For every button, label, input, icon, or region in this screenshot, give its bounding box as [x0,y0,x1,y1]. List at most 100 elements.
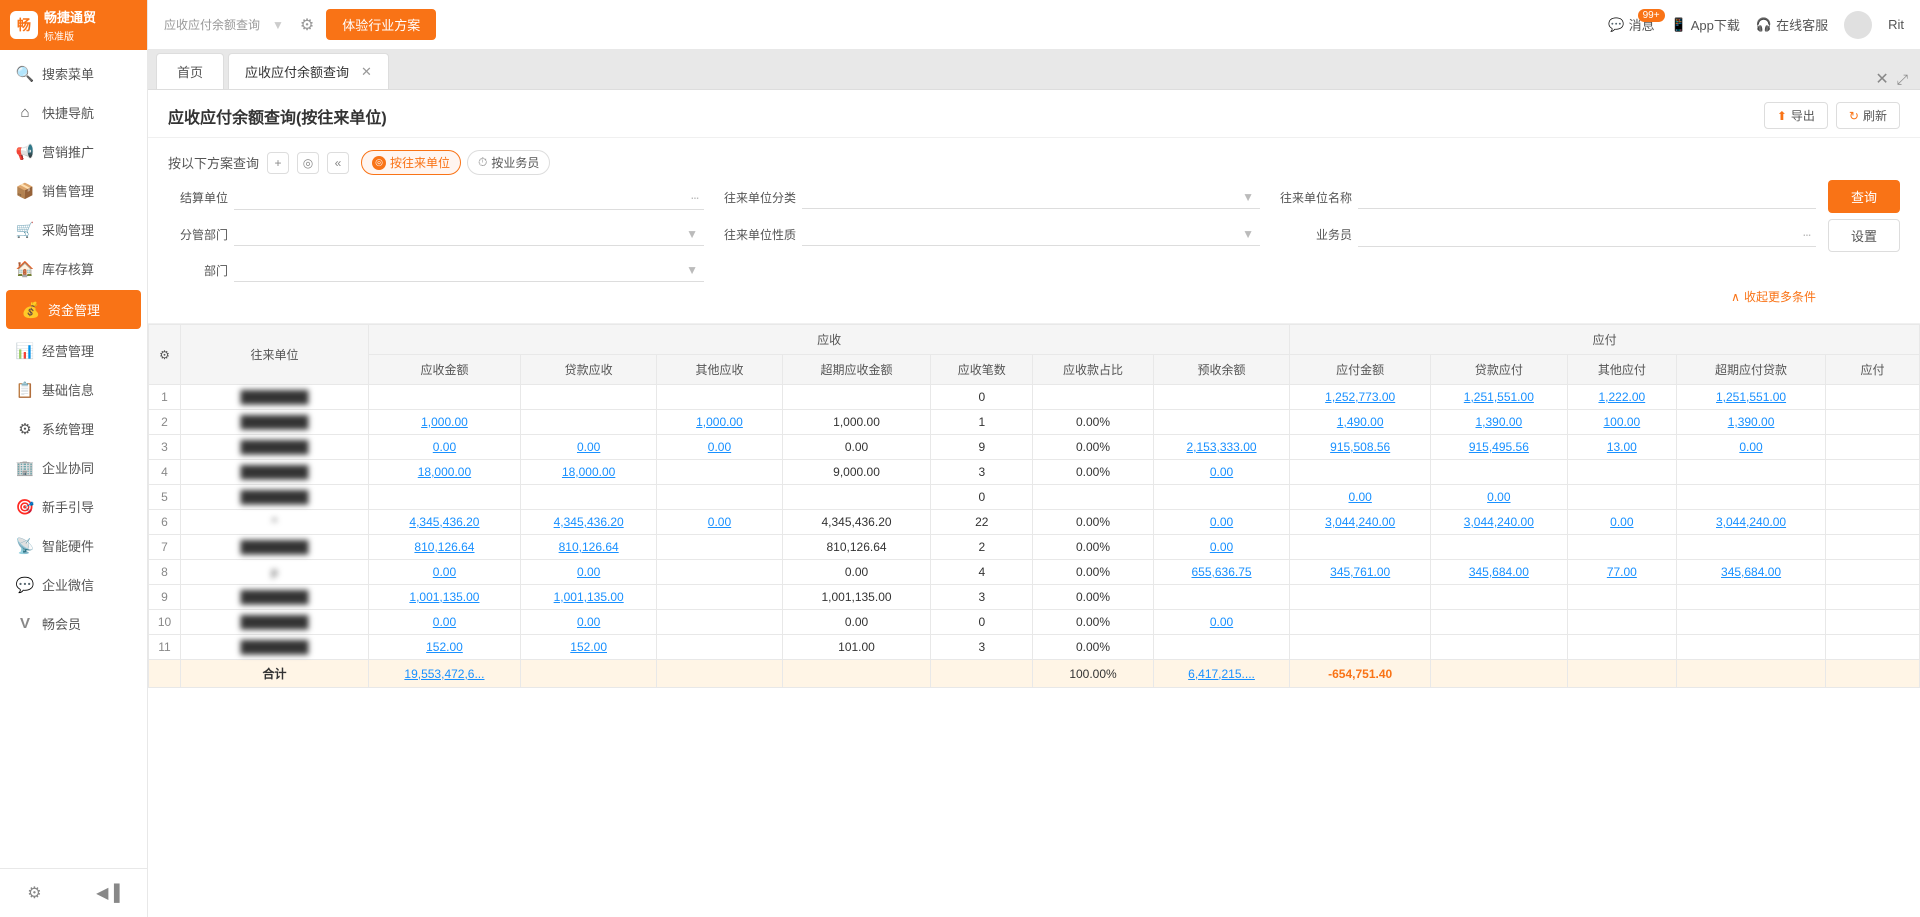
tab-maximize-icon[interactable]: ⤢ [1897,71,1908,88]
partner-category-select[interactable]: ▼ [802,186,1260,209]
sidebar-item-finance[interactable]: 💰 资金管理 [6,290,141,329]
partner-name-input[interactable] [1358,186,1816,209]
table-row: 1████████01,252,773.001,251,551.001,222.… [149,385,1920,410]
sidebar-bottom-collapse[interactable]: ◀▐ [86,877,130,909]
topbar-app-download[interactable]: 📱 App下载 [1671,15,1740,34]
sidebar-item-label: 新手引导 [42,497,94,516]
sidebar-item-system[interactable]: ⚙ 系统管理 [0,409,147,448]
tab-ar-ap-label: 应收应付余额查询 [245,62,349,81]
scheme-by-staff[interactable]: ⏱ 按业务员 [467,150,550,175]
topbar-breadcrumb: 应收应付余额查询 [164,16,260,33]
export-button[interactable]: ⬆ 导出 [1764,102,1828,129]
export-icon: ⬆ [1777,109,1787,123]
salesperson-input[interactable]: ··· [1358,222,1816,247]
scheme-by-partner[interactable]: ◎ 按往来单位 [361,150,461,175]
dept-select[interactable]: ▼ [234,259,704,282]
service-label: 在线客服 [1776,15,1828,34]
sidebar-item-marketing[interactable]: 📢 营销推广 [0,132,147,171]
tab-ar-ap[interactable]: 应收应付余额查询 ✕ [228,53,389,89]
sidebar-item-inventory[interactable]: 🏠 库存核算 [0,249,147,288]
data-table: ⚙ 往来单位 应收 应付 应收金额 贷款应收 其他应收 超期应收金额 应收笔数 … [148,324,1920,688]
sidebar-item-label: 搜索菜单 [42,64,94,83]
table-row: 4████████18,000.0018,000.009,000.0030.00… [149,460,1920,485]
sidebar-item-search[interactable]: 🔍 搜索菜单 [0,54,147,93]
app-icon: 📱 [1671,17,1687,33]
footer-ar-overdue [782,660,931,688]
system-icon: ⚙ [16,420,34,438]
filter-fields: 按以下方案查询 + ◎ « ◎ 按往来单位 ⏱ 按业务员 [168,150,1816,311]
filter-settlement-unit: 结算单位 ··· [168,185,704,210]
filter-partner-category: 往来单位分类 ▼ [724,185,1260,210]
quicknav-icon: ⌂ [16,104,34,122]
partner-category-arrow-icon: ▼ [1242,190,1254,204]
tab-close-window-icon[interactable]: ✕ [1875,69,1888,89]
solution-button[interactable]: 体验行业方案 [326,9,436,40]
breadcrumb-text: 应收应付余额查询 [164,16,260,33]
wx-icon: 💬 [16,576,34,594]
footer-ap-overdue [1677,660,1826,688]
footer-ar-loan [520,660,656,688]
sidebar-item-member[interactable]: V 畅会员 [0,604,147,643]
topbar-online-service[interactable]: 🎧 在线客服 [1756,15,1828,34]
partner-nature-label: 往来单位性质 [724,226,796,243]
scheme-partner-icon: ◎ [372,156,386,170]
logo-badge: 标准版 [44,28,96,43]
table-row: 9████████1,001,135.001,001,135.001,001,1… [149,585,1920,610]
settlement-unit-input[interactable]: ··· [234,185,704,210]
th-settings[interactable]: ⚙ [149,325,181,385]
guide-icon: 🎯 [16,498,34,516]
th-ap-amount: 应付金额 [1290,355,1431,385]
settlement-unit-dots-icon: ··· [690,189,698,205]
sales-icon: 📦 [16,182,34,200]
topbar-gear-icon[interactable]: ⚙ [300,15,314,35]
refresh-button[interactable]: ↻ 刷新 [1836,102,1900,129]
page-title: 应收应付余额查询(按往来单位) [168,104,387,128]
user-avatar[interactable] [1844,11,1872,39]
footer-ar-other [657,660,782,688]
th-ar-other: 其他应收 [657,355,782,385]
scheme-partner-label: 按往来单位 [390,154,450,171]
sidebar-item-business[interactable]: 📊 经营管理 [0,331,147,370]
filter-add-button[interactable]: + [267,152,289,174]
filter-edit-button[interactable]: ◎ [297,152,319,174]
app-label: App下载 [1691,15,1740,34]
topbar-right: 💬 消息 99+ 📱 App下载 🎧 在线客服 Rit [1608,11,1904,39]
tab-home[interactable]: 首页 [156,53,224,89]
sidebar-item-guide[interactable]: 🎯 新手引导 [0,487,147,526]
query-actions-panel: 查询 设置 [1828,150,1900,311]
sidebar-item-label: 资金管理 [48,300,100,319]
topbar-message[interactable]: 💬 消息 99+ [1608,15,1654,34]
partner-name-label: 往来单位名称 [1280,189,1352,206]
table-area: ⚙ 往来单位 应收 应付 应收金额 贷款应收 其他应收 超期应收金额 应收笔数 … [148,324,1920,917]
sidebar-item-label: 营销推广 [42,142,94,161]
topbar: 应收应付余额查询 ▼ ⚙ 体验行业方案 💬 消息 99+ 📱 App下载 🎧 在… [148,0,1920,50]
sidebar-item-label: 采购管理 [42,220,94,239]
filter-collapse-button[interactable]: « [327,152,349,174]
scheme-staff-label: 按业务员 [491,154,539,171]
partner-nature-select[interactable]: ▼ [802,223,1260,246]
settings-button[interactable]: 设置 [1828,219,1900,252]
sidebar-item-basicinfo[interactable]: 📋 基础信息 [0,370,147,409]
sidebar-item-enterprise[interactable]: 🏢 企业协同 [0,448,147,487]
footer-ap-loan [1431,660,1567,688]
sidebar-item-purchase[interactable]: 🛒 采购管理 [0,210,147,249]
sidebar-item-wx[interactable]: 💬 企业微信 [0,565,147,604]
collapse-icon: ∧ [1731,290,1740,304]
sidebar-item-sales[interactable]: 📦 销售管理 [0,171,147,210]
table-row: 7████████810,126.64810,126.64810,126.642… [149,535,1920,560]
sidebar-item-quicknav[interactable]: ⌂ 快捷导航 [0,93,147,132]
finance-icon: 💰 [22,301,40,319]
query-button[interactable]: 查询 [1828,180,1900,213]
sidebar-item-smarthw[interactable]: 📡 智能硬件 [0,526,147,565]
partner-nature-arrow-icon: ▼ [1242,227,1254,241]
footer-ap-remaining [1825,660,1919,688]
collapse-more-btn[interactable]: ∧ 收起更多条件 [168,282,1816,311]
message-badge: 99+ [1638,9,1665,22]
dept-manager-select[interactable]: ▼ [234,223,704,246]
tab-close-icon[interactable]: ✕ [361,64,372,80]
filter-partner-name: 往来单位名称 [1280,185,1816,210]
inventory-icon: 🏠 [16,260,34,278]
service-icon: 🎧 [1756,17,1772,33]
th-ar-loan: 贷款应收 [520,355,656,385]
sidebar-bottom-settings[interactable]: ⚙ [17,877,51,909]
